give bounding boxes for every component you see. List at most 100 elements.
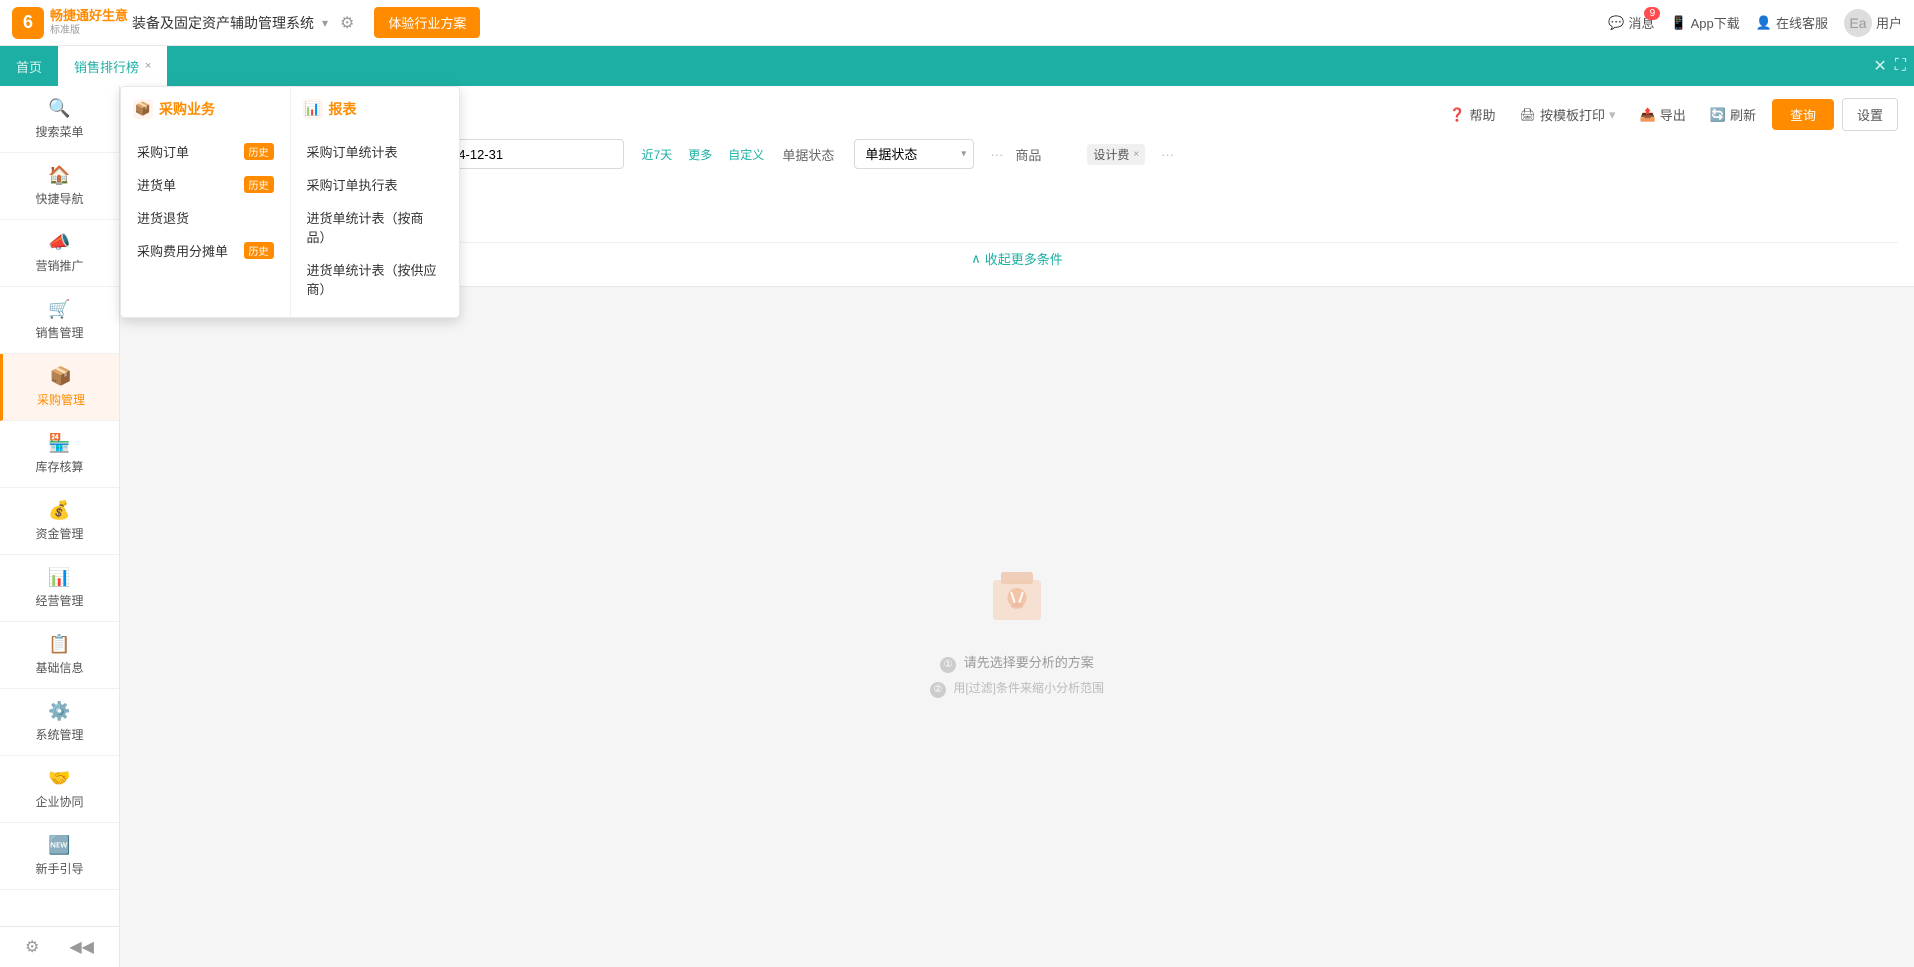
- tab-bar-right: ✕ ⛶: [1873, 56, 1914, 76]
- status-select[interactable]: 单据状态: [854, 139, 974, 169]
- sidebar-basicinfo-label: 基础信息: [35, 659, 83, 676]
- tab-sales-ranking[interactable]: 销售排行榜 ×: [58, 46, 167, 86]
- status-more-dots[interactable]: ···: [990, 147, 1003, 162]
- sidebar-sales-label: 销售管理: [35, 324, 83, 341]
- dropdown-purchase-title: 📦 采购业务: [133, 99, 278, 125]
- status-select-wrapper: 单据状态 ▾: [854, 139, 974, 169]
- history-badge-expense: 历史: [244, 242, 274, 259]
- query-button[interactable]: 查询: [1772, 99, 1834, 130]
- print-button[interactable]: 🖨 按模板打印 ▾: [1512, 101, 1624, 128]
- refresh-button[interactable]: 🔄 刷新: [1702, 101, 1764, 128]
- sidebar-item-system[interactable]: ⚙️ 系统管理: [0, 689, 119, 756]
- system-icon: ⚙️: [48, 701, 70, 722]
- sidebar-item-sales[interactable]: 🛒 销售管理: [0, 287, 119, 354]
- user-label: 用户: [1876, 13, 1902, 32]
- notification-item[interactable]: 💬 消息 9: [1608, 13, 1654, 32]
- empty-hint1: ① 请先选择要分析的方案: [940, 652, 1094, 673]
- refresh-icon: 🔄: [1710, 107, 1726, 123]
- dropdown-item-purchase-exec[interactable]: 采购订单执行表: [303, 168, 448, 201]
- guide-icon: 🆕: [48, 835, 70, 856]
- sidebar-item-marketing[interactable]: 📣 营销推广: [0, 220, 119, 287]
- industry-button[interactable]: 体验行业方案: [374, 7, 480, 38]
- tab-fullscreen-icon[interactable]: ⛶: [1895, 57, 1906, 75]
- dropdown-item-return[interactable]: 进货退货: [133, 201, 278, 234]
- print-icon: 🖨: [1520, 107, 1537, 123]
- sidebar-item-inventory[interactable]: 🏪 库存核算: [0, 421, 119, 488]
- settings-button[interactable]: 设置: [1842, 98, 1898, 131]
- tab-close-all-icon[interactable]: ✕: [1873, 56, 1886, 76]
- top-settings-icon[interactable]: ⚙: [340, 13, 354, 33]
- refresh-label: 刷新: [1730, 105, 1756, 124]
- purchase-dropdown-menu: 📦 采购业务 采购订单 历史 进货单 历史 进货退货 采购费用分摊单 历史 📊: [120, 86, 460, 318]
- dropdown-item-purchase-order[interactable]: 采购订单 历史: [133, 135, 278, 168]
- print-label: 按模板打印: [1540, 105, 1605, 124]
- tab-home[interactable]: 首页: [0, 46, 58, 86]
- notification-badge: 9: [1644, 7, 1660, 20]
- basicinfo-icon: 📋: [48, 634, 70, 655]
- app-download-item[interactable]: 📱 App下载: [1670, 13, 1739, 32]
- collapse-button[interactable]: ∧ 收起更多条件: [971, 249, 1063, 268]
- sidebar-item-purchase[interactable]: 📦 采购管理: [0, 354, 119, 421]
- online-service-item[interactable]: 👤 在线客服: [1756, 13, 1828, 32]
- export-button[interactable]: 📤 导出: [1632, 101, 1694, 128]
- sidebar-item-cooperation[interactable]: 🤝 企业协同: [0, 756, 119, 823]
- sidebar-item-finance[interactable]: 💰 资金管理: [0, 488, 119, 555]
- app-download-label: App下载: [1691, 13, 1740, 32]
- dropdown-item-incoming-stat-supplier[interactable]: 进货单统计表（按供应商）: [303, 253, 448, 305]
- sidebar-quicknav-label: 快捷导航: [35, 190, 83, 207]
- dropdown-item-incoming-stat-goods[interactable]: 进货单统计表（按商品）: [303, 201, 448, 253]
- avatar-placeholder: Ea: [1849, 15, 1866, 31]
- help-button[interactable]: ❓ 帮助: [1441, 101, 1503, 128]
- tab-home-label: 首页: [16, 57, 42, 76]
- goods-more-dots[interactable]: ···: [1161, 147, 1174, 162]
- status-label: 单据状态: [782, 145, 842, 164]
- sidebar-guide-label: 新手引导: [35, 860, 83, 877]
- cooperation-icon: 🤝: [48, 768, 70, 789]
- dropdown-item-purchase-stat[interactable]: 采购订单统计表: [303, 135, 448, 168]
- sidebar-finance-label: 资金管理: [35, 525, 83, 542]
- operations-icon: 📊: [48, 567, 70, 588]
- dropdown-item-incoming[interactable]: 进货单 历史: [133, 168, 278, 201]
- dropdown-inner: 📦 采购业务 采购订单 历史 进货单 历史 进货退货 采购费用分摊单 历史 📊: [121, 87, 459, 317]
- report-section-icon: 📊: [303, 99, 323, 119]
- date-quick-more[interactable]: 更多: [682, 144, 718, 165]
- sidebar-item-search[interactable]: 🔍 搜索菜单: [0, 86, 119, 153]
- toolbar-actions: ❓ 帮助 🖨 按模板打印 ▾ 📤 导出 🔄 刷新: [1441, 98, 1898, 131]
- sidebar-search-label: 搜索菜单: [35, 123, 83, 140]
- history-badge-purchase-order: 历史: [244, 143, 274, 160]
- empty-num2: ②: [930, 682, 946, 698]
- date-quick-7days[interactable]: 近7天: [636, 144, 679, 165]
- dropdown-purchase-col: 📦 采购业务 采购订单 历史 进货单 历史 进货退货 采购费用分摊单 历史: [121, 87, 291, 317]
- sidebar: 🔍 搜索菜单 🏠 快捷导航 📣 营销推广 🛒 销售管理 📦 采购管理 🏪 库存核…: [0, 86, 120, 967]
- goods-tag: 设计费 ×: [1087, 144, 1145, 165]
- purchase-icon: 📦: [50, 366, 72, 387]
- dropdown-item-expense[interactable]: 采购费用分摊单 历史: [133, 234, 278, 267]
- system-title-text: 装备及固定资产辅助管理系统: [132, 13, 314, 33]
- search-menu-icon: 🔍: [48, 98, 70, 119]
- title-dropdown-arrow[interactable]: ▾: [322, 16, 328, 30]
- brand-name: 畅捷通好生意: [50, 8, 128, 25]
- sidebar-collapse-icon[interactable]: ◀◀: [69, 937, 94, 957]
- sidebar-system-label: 系统管理: [35, 726, 83, 743]
- user-item[interactable]: Ea 用户: [1844, 9, 1902, 37]
- sidebar-item-quicknav[interactable]: 🏠 快捷导航: [0, 153, 119, 220]
- logo-icon: 6: [12, 7, 44, 39]
- phone-icon: 📱: [1670, 15, 1686, 31]
- goods-tag-text: 设计费: [1093, 146, 1129, 163]
- sales-icon: 🛒: [48, 299, 70, 320]
- system-title-area: 装备及固定资产辅助管理系统 ▾ ⚙ 体验行业方案: [132, 7, 1608, 38]
- dropdown-report-col: 📊 报表 采购订单统计表 采购订单执行表 进货单统计表（按商品） 进货单统计表（…: [291, 87, 460, 317]
- logo-area: 6 畅捷通好生意 标准版: [12, 7, 132, 39]
- sidebar-item-operations[interactable]: 📊 经营管理: [0, 555, 119, 622]
- sidebar-operations-label: 经营管理: [35, 592, 83, 609]
- sidebar-settings-icon[interactable]: ⚙: [25, 937, 39, 957]
- sidebar-item-guide[interactable]: 🆕 新手引导: [0, 823, 119, 890]
- collapse-label: 收起更多条件: [985, 249, 1063, 268]
- tab-close-icon[interactable]: ×: [145, 60, 151, 72]
- goods-tag-close[interactable]: ×: [1133, 149, 1139, 160]
- sidebar-item-basicinfo[interactable]: 📋 基础信息: [0, 622, 119, 689]
- date-quick-custom[interactable]: 自定义: [722, 144, 770, 165]
- sidebar-inventory-label: 库存核算: [35, 458, 83, 475]
- export-icon: 📤: [1640, 107, 1656, 123]
- top-right-area: 💬 消息 9 📱 App下载 👤 在线客服 Ea 用户: [1608, 9, 1902, 37]
